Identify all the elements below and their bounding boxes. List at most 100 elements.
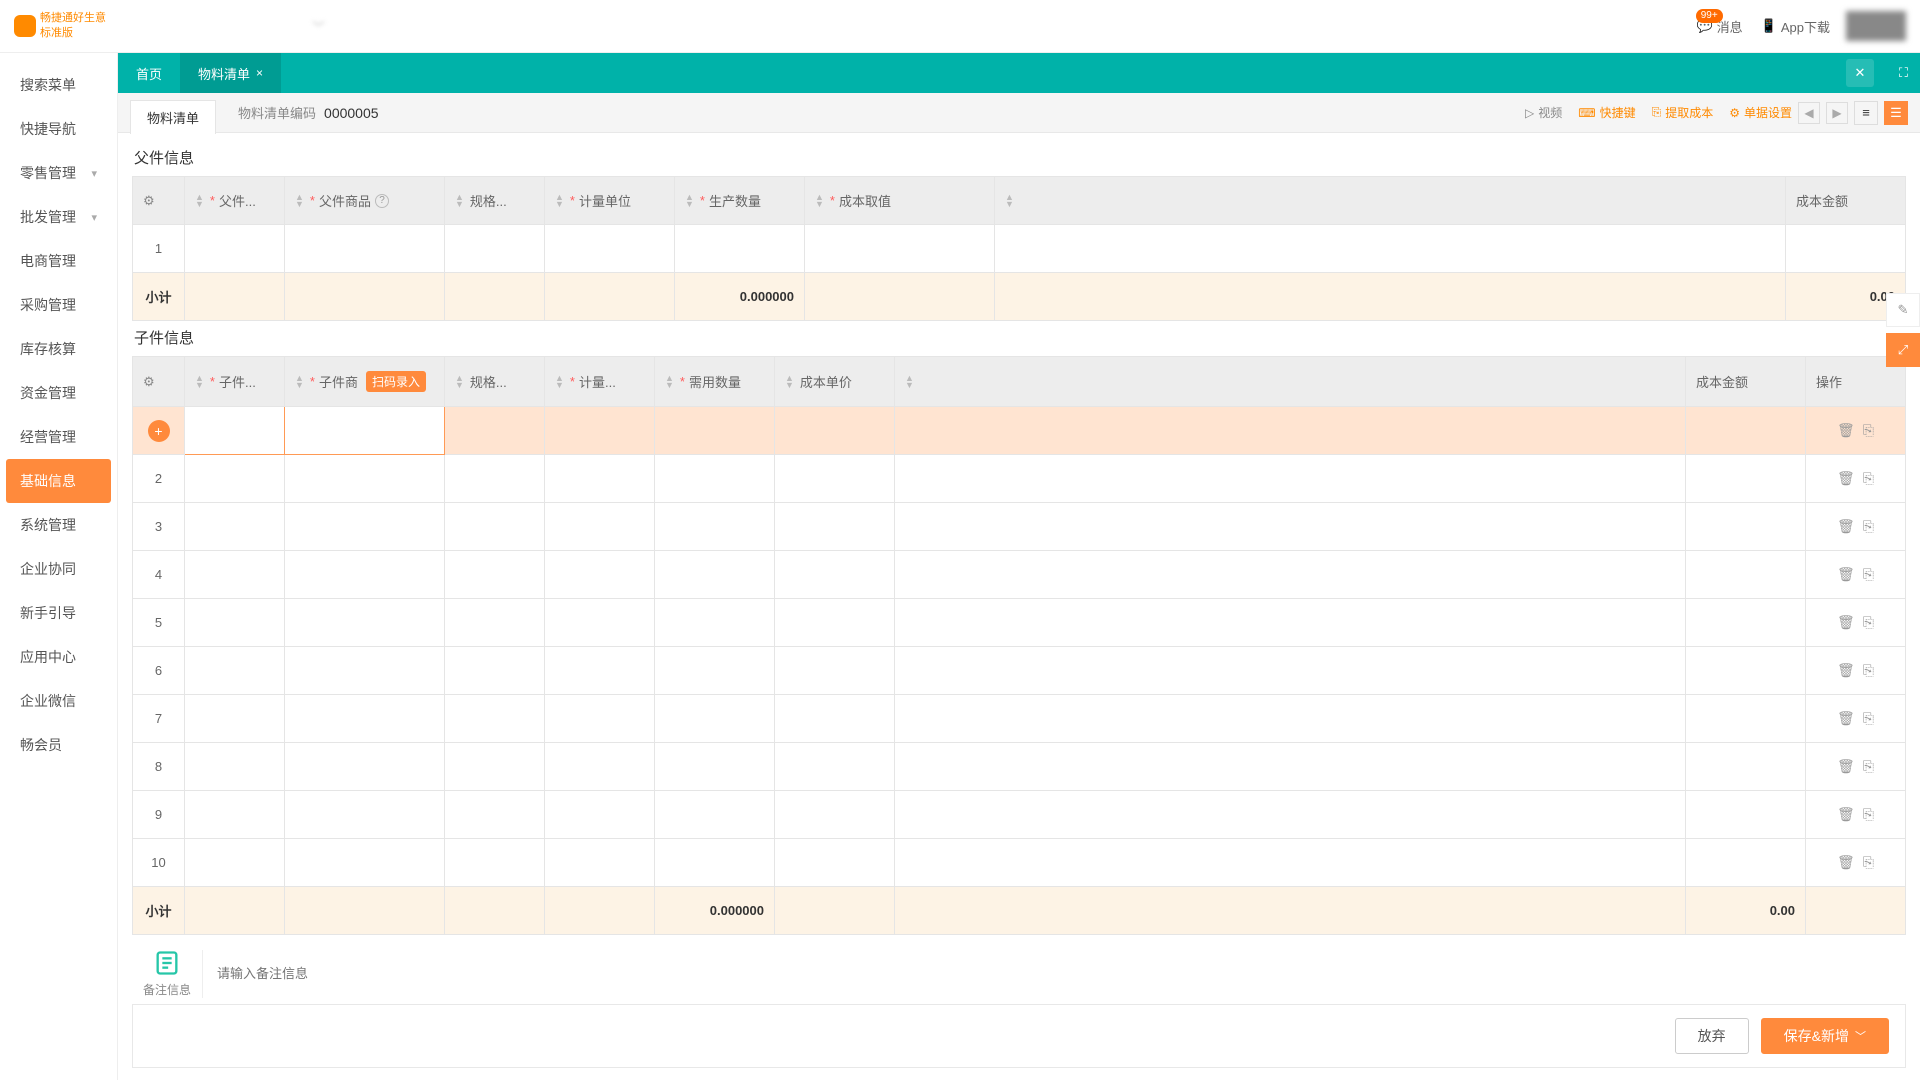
remark-input[interactable] xyxy=(202,950,1906,998)
delete-row-icon[interactable]: 🗑 xyxy=(1837,710,1855,726)
table-row[interactable]: 1 xyxy=(133,225,1906,273)
action-video[interactable]: ▷视频 xyxy=(1525,104,1562,121)
delete-row-icon[interactable]: 🗑 xyxy=(1837,614,1855,630)
sort-icon[interactable]: ▲▼ xyxy=(905,375,914,389)
col-parent-code[interactable]: 父件... xyxy=(219,191,256,210)
table-row[interactable]: 3🗑⎘ xyxy=(133,503,1906,551)
sidebar-item[interactable]: 企业协同 xyxy=(0,547,117,591)
col-parent-qty[interactable]: 生产数量 xyxy=(709,191,761,210)
sidebar-item[interactable]: 电商管理 xyxy=(0,239,117,283)
gear-icon[interactable]: ⚙ xyxy=(143,193,155,208)
delete-row-icon[interactable]: 🗑 xyxy=(1837,518,1855,534)
action-shortcut[interactable]: ⌨快捷键 xyxy=(1578,104,1635,121)
sidebar-item[interactable]: 应用中心 xyxy=(0,635,117,679)
sort-icon[interactable]: ▲▼ xyxy=(555,375,564,389)
add-row-button[interactable]: + xyxy=(148,420,170,442)
sidebar-item[interactable]: 库存核算 xyxy=(0,327,117,371)
discard-button[interactable]: 放弃 xyxy=(1675,1018,1749,1054)
col-child-spec[interactable]: 规格... xyxy=(470,372,507,391)
table-row[interactable]: 5🗑⎘ xyxy=(133,599,1906,647)
sort-icon[interactable]: ▲▼ xyxy=(195,194,204,208)
col-child-unit[interactable]: 计量... xyxy=(579,372,616,391)
copy-row-icon[interactable]: ⎘ xyxy=(1863,566,1874,582)
sort-icon[interactable]: ▲▼ xyxy=(195,375,204,389)
copy-row-icon[interactable]: ⎘ xyxy=(1863,422,1874,438)
copy-row-icon[interactable]: ⎘ xyxy=(1863,710,1874,726)
sidebar-item[interactable]: 畅会员 xyxy=(0,723,117,767)
sort-icon[interactable]: ▲▼ xyxy=(785,375,794,389)
col-parent-cost-amt[interactable]: 成本金额 xyxy=(1796,194,1848,209)
delete-row-icon[interactable]: 🗑 xyxy=(1837,662,1855,678)
col-child-cost-amt[interactable]: 成本金额 xyxy=(1696,375,1748,390)
table-row[interactable]: 6🗑⎘ xyxy=(133,647,1906,695)
table-row[interactable]: 10🗑⎘ xyxy=(133,839,1906,887)
table-row[interactable]: 4🗑⎘ xyxy=(133,551,1906,599)
col-parent-spec[interactable]: 规格... xyxy=(470,191,507,210)
sort-icon[interactable]: ▲▼ xyxy=(1005,194,1014,208)
sort-icon[interactable]: ▲▼ xyxy=(295,375,304,389)
tab-home[interactable]: 首页 xyxy=(118,53,180,93)
col-parent-unit[interactable]: 计量单位 xyxy=(579,191,631,210)
edit-rail-button[interactable]: ✎ xyxy=(1886,293,1920,327)
sidebar-item[interactable]: 基础信息 xyxy=(6,459,111,503)
table-row[interactable]: + 🗑 ⎘ xyxy=(133,407,1906,455)
table-row[interactable]: 2🗑⎘ xyxy=(133,455,1906,503)
sort-icon[interactable]: ▲▼ xyxy=(685,194,694,208)
sort-icon[interactable]: ▲▼ xyxy=(455,375,464,389)
save-and-new-button[interactable]: 保存&新增﹀ xyxy=(1761,1018,1889,1054)
fullscreen-icon[interactable]: ⛶ xyxy=(1899,65,1908,81)
help-icon[interactable]: ? xyxy=(375,194,389,208)
org-selector[interactable]: ﹀ xyxy=(115,11,335,41)
table-row[interactable]: 7🗑⎘ xyxy=(133,695,1906,743)
delete-row-icon[interactable]: 🗑 xyxy=(1837,422,1855,438)
sort-icon[interactable]: ▲▼ xyxy=(665,375,674,389)
delete-row-icon[interactable]: 🗑 xyxy=(1837,806,1855,822)
view-form-button[interactable]: ☰ xyxy=(1884,101,1908,125)
sidebar-item[interactable]: 经营管理 xyxy=(0,415,117,459)
col-child-price[interactable]: 成本单价 xyxy=(800,372,852,391)
sidebar-item[interactable]: 新手引导 xyxy=(0,591,117,635)
table-row[interactable]: 8🗑⎘ xyxy=(133,743,1906,791)
sidebar-item[interactable]: 资金管理 xyxy=(0,371,117,415)
col-child-code[interactable]: 子件... xyxy=(219,372,256,391)
expand-rail-button[interactable]: ⤢ xyxy=(1886,333,1920,367)
next-button[interactable]: ▶ xyxy=(1826,102,1848,124)
sort-icon[interactable]: ▲▼ xyxy=(455,194,464,208)
copy-row-icon[interactable]: ⎘ xyxy=(1863,662,1874,678)
view-list-button[interactable]: ≡ xyxy=(1854,101,1878,125)
subtab-bom[interactable]: 物料清单 xyxy=(130,100,216,134)
sidebar-item[interactable]: 快捷导航 xyxy=(0,107,117,151)
delete-row-icon[interactable]: 🗑 xyxy=(1837,758,1855,774)
scan-input-tag[interactable]: 扫码录入 xyxy=(366,371,426,392)
col-parent-product[interactable]: 父件商品 xyxy=(319,191,371,210)
action-extract-cost[interactable]: ⎘提取成本 xyxy=(1652,104,1714,121)
sidebar-item[interactable]: 采购管理 xyxy=(0,283,117,327)
delete-row-icon[interactable]: 🗑 xyxy=(1837,470,1855,486)
sidebar-item[interactable]: 搜索菜单 xyxy=(0,63,117,107)
sidebar-item[interactable]: 系统管理 xyxy=(0,503,117,547)
close-tab-button[interactable]: ✕ xyxy=(1846,59,1874,87)
sort-icon[interactable]: ▲▼ xyxy=(815,194,824,208)
col-child-product[interactable]: 子件商 xyxy=(319,372,358,391)
sort-icon[interactable]: ▲▼ xyxy=(555,194,564,208)
copy-row-icon[interactable]: ⎘ xyxy=(1863,758,1874,774)
app-download-button[interactable]: 📱 App下载 xyxy=(1761,17,1830,36)
copy-row-icon[interactable]: ⎘ xyxy=(1863,614,1874,630)
sidebar-item[interactable]: 企业微信 xyxy=(0,679,117,723)
messages-button[interactable]: 💬 消息 99+ xyxy=(1696,17,1742,36)
col-child-qty[interactable]: 需用数量 xyxy=(689,372,741,391)
sort-icon[interactable]: ▲▼ xyxy=(295,194,304,208)
copy-row-icon[interactable]: ⎘ xyxy=(1863,806,1874,822)
tab-bom[interactable]: 物料清单× xyxy=(180,53,281,93)
table-row[interactable]: 9🗑⎘ xyxy=(133,791,1906,839)
delete-row-icon[interactable]: 🗑 xyxy=(1837,854,1855,870)
close-icon[interactable]: × xyxy=(256,66,263,80)
copy-row-icon[interactable]: ⎘ xyxy=(1863,854,1874,870)
sidebar-item[interactable]: 零售管理▾ xyxy=(0,151,117,195)
user-avatar[interactable] xyxy=(1846,11,1906,41)
sidebar-item[interactable]: 批发管理▾ xyxy=(0,195,117,239)
col-parent-cost-src[interactable]: 成本取值 xyxy=(839,191,891,210)
prev-button[interactable]: ◀ xyxy=(1798,102,1820,124)
chevron-down-icon[interactable]: ﹀ xyxy=(1855,1028,1866,1044)
action-doc-setting[interactable]: ⚙单据设置 xyxy=(1729,104,1792,121)
